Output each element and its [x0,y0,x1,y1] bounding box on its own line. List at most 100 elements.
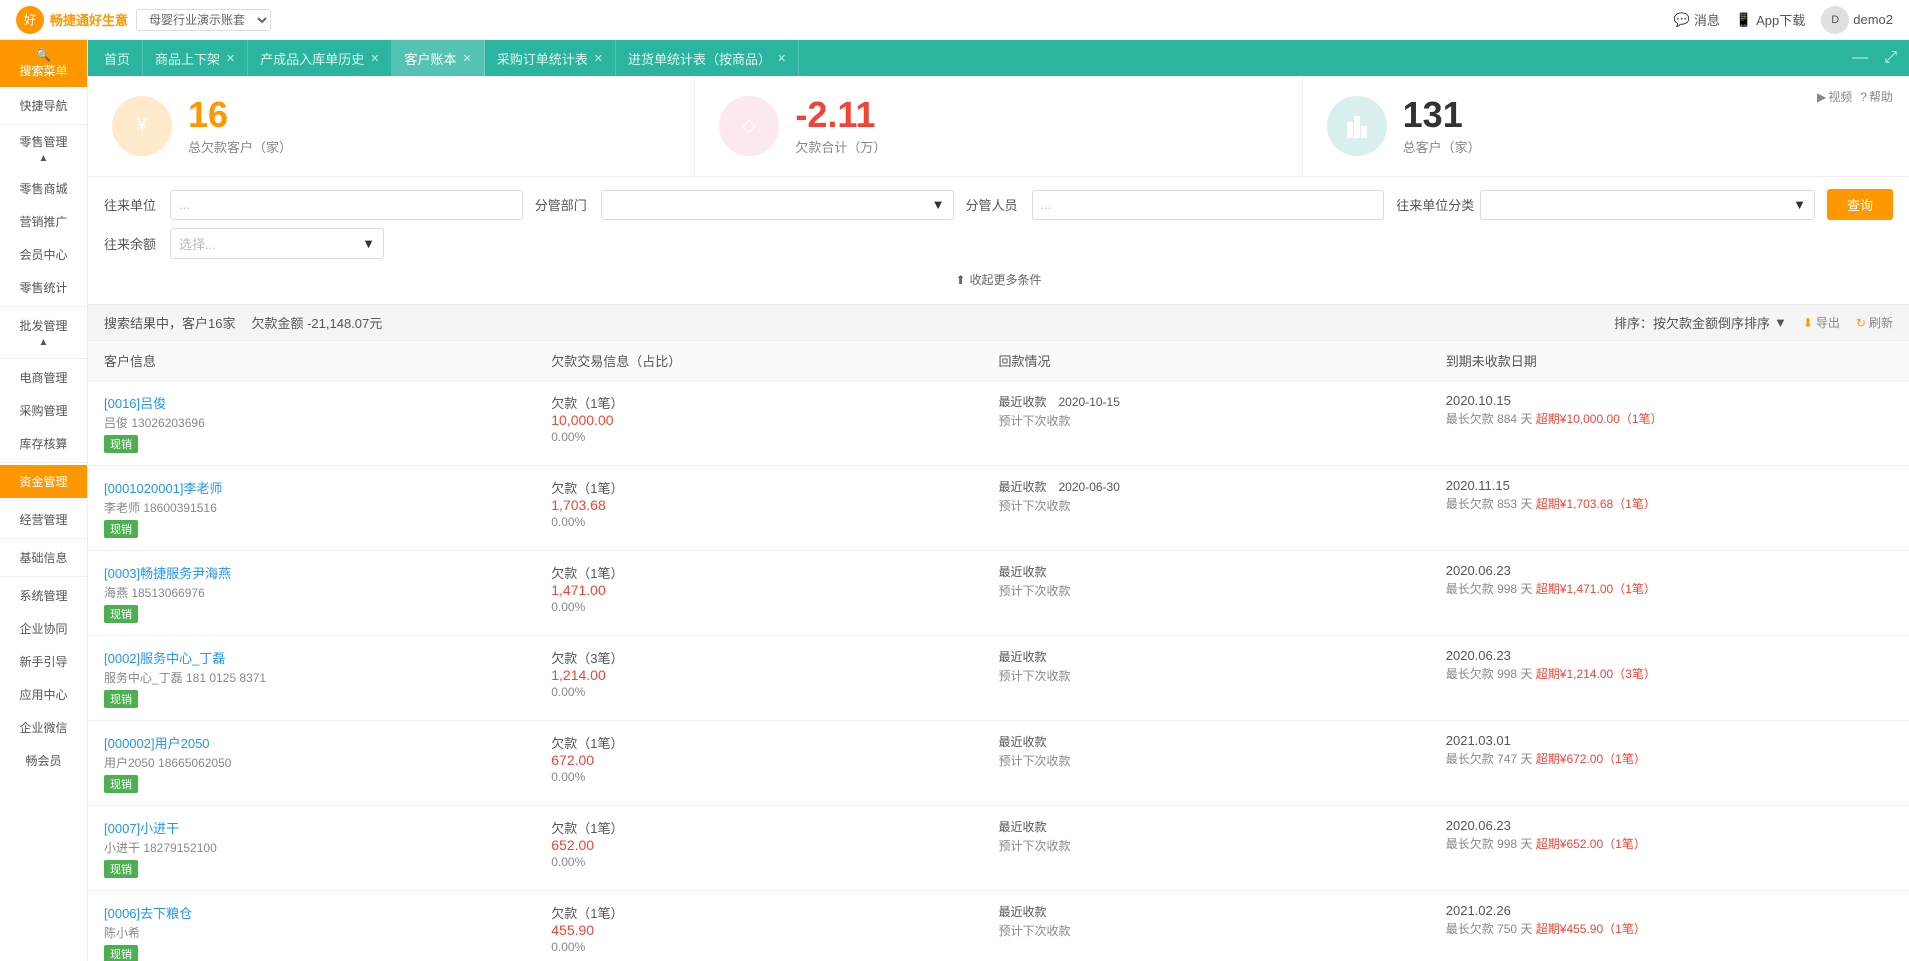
overdue-info: 最长欠款 853 天 超期¥1,703.68（1笔） [1446,495,1893,512]
filter-unit-category: 往来单位分类 ▼ [1396,190,1815,220]
tab-close-icon[interactable]: ✕ [463,52,472,65]
overdue-amount[interactable]: 超期¥1,471.00（1笔） [1536,582,1656,596]
overdue-amount[interactable]: 超期¥1,703.68（1笔） [1536,497,1656,511]
sort-select[interactable]: 排序：按欠款金额倒序排序 ▼ [1614,313,1787,332]
sidebar-items-container: 零售管理▲零售商城营销推广会员中心零售统计批发管理▲ 电商管理采购管理库存核算资金… [0,125,87,777]
download-icon: 📱 [1736,12,1752,28]
tab-close-icon[interactable]: ✕ [594,52,603,65]
filter-unit-category-select[interactable]: ▼ [1480,190,1815,220]
tab-label: 进货单统计表（按商品） [628,49,771,68]
filter-balance-select[interactable]: 选择... ▼ [170,228,384,259]
export-btn[interactable]: ⬇ 导出 [1803,314,1840,331]
sidebar-item-system-mgmt[interactable]: 系统管理 [0,579,87,612]
sidebar-item-marketing[interactable]: 营销推广 [0,205,87,238]
sidebar-label: 批发管理 [19,317,67,334]
tab-close-icon[interactable]: ✕ [370,52,379,65]
last-collection-label: 最近收款 [999,563,1446,580]
debt-amount[interactable]: 1,214.00 [551,667,998,683]
debt-amount[interactable]: 1,471.00 [551,582,998,598]
debt-count: 欠款（1笔） [551,733,998,752]
last-collection-label: 最近收款 2020-06-30 [999,478,1446,495]
tab-inventory-stats[interactable]: 进货单统计表（按商品） ✕ [616,40,799,76]
sidebar-item-new-guide[interactable]: 新手引导 [0,645,87,678]
debt-amount[interactable]: 672.00 [551,752,998,768]
video-btn[interactable]: ▶ 视频 [1817,88,1852,105]
sidebar-label: 应用中心 [19,686,67,703]
sidebar-search[interactable]: 🔍 搜索菜单 [0,40,87,87]
sidebar-item-enterprise-wechat[interactable]: 企业微信 [0,711,87,744]
overdue-amount[interactable]: 超期¥10,000.00（1笔） [1536,412,1663,426]
sidebar-item-operations-mgmt[interactable]: 经营管理 [0,503,87,536]
sidebar-item-member-center[interactable]: 会员中心 [0,238,87,271]
sidebar-item-inventory-check[interactable]: 库存核算 [0,427,87,460]
query-button[interactable]: 查询 [1827,189,1893,220]
filter-person-input[interactable]: ... [1032,190,1385,220]
collection-cell: 最近收款 2020-10-15 预计下次收款 [999,393,1446,429]
tab-close-icon[interactable]: ✕ [226,52,235,65]
table-row: [0016]吕俊 吕俊 13026203696 现销 欠款（1笔） 10,000… [88,381,1909,466]
sidebar-item-enterprise-collab[interactable]: 企业协同 [0,612,87,645]
sidebar-label: 采购管理 [19,402,67,419]
sidebar-item-purchase-mgmt[interactable]: 采购管理 [0,394,87,427]
customer-name[interactable]: [0001020001]李老师 [104,478,551,497]
industry-select[interactable]: 母婴行业演示账套 [136,9,271,31]
table-row: [0002]服务中心_丁磊 服务中心_丁磊 181 0125 8371 现销 欠… [88,636,1909,721]
debt-amount[interactable]: 10,000.00 [551,412,998,428]
overdue-amount[interactable]: 超期¥672.00（1笔） [1536,752,1646,766]
tab-product-off[interactable]: 商品上下架✕ [143,40,248,76]
customer-tag: 现销 [104,690,138,708]
user-menu[interactable]: D demo2 [1821,6,1893,34]
sidebar-label: 基础信息 [19,549,67,566]
chevron-down-icon-3: ▼ [362,236,375,251]
chevron-down-icon-2: ▼ [1793,197,1806,212]
sidebar-item-retail-mall[interactable]: 零售商城 [0,172,87,205]
filter-row-1: 往来单位 ... 分管部门 ▼ 分管人员 [104,189,1893,220]
tab-close-icon[interactable]: ✕ [777,52,786,65]
customer-name[interactable]: [0002]服务中心_丁磊 [104,648,551,667]
filter-balance-label: 往来余额 [104,234,164,253]
tab-customer-account[interactable]: 客户账本✕ [392,40,484,76]
customer-name[interactable]: [0006]去下粮仓 [104,903,551,922]
debt-amount[interactable]: 455.90 [551,922,998,938]
help-btn[interactable]: ? 帮助 [1860,88,1893,105]
customer-name[interactable]: [0003]畅捷服务尹海燕 [104,563,551,582]
tab-expand-btn[interactable]: ⤢ [1876,49,1905,67]
overdue-amount[interactable]: 超期¥652.00（1笔） [1536,837,1646,851]
debt-ratio: 0.00% [551,515,998,529]
stat-card-debt-amount: ◇ -2.11 欠款合计（万） [695,76,1302,176]
filter-dept-select[interactable]: ▼ [601,190,954,220]
collapse-button[interactable]: ⬆ 收起更多条件 [104,267,1893,292]
sidebar-item-retail-mgmt[interactable]: 零售管理▲ [0,125,87,172]
tab-collapse-btn[interactable]: — [1844,49,1876,67]
debt-amount[interactable]: 652.00 [551,837,998,853]
last-collection-label: 最近收款 [999,818,1446,835]
next-collection-label: 预计下次收款 [999,837,1446,854]
sidebar-item-member-vip[interactable]: 畅会员 [0,744,87,777]
sidebar-quick-nav[interactable]: 快捷导航 [0,87,87,125]
sidebar-label: 会员中心 [19,246,67,263]
sidebar-item-app-center[interactable]: 应用中心 [0,678,87,711]
filter-dept: 分管部门 ▼ [535,190,954,220]
app-download-btn[interactable]: 📱 App下载 [1736,10,1805,29]
sidebar-item-basic-info[interactable]: 基础信息 [0,541,87,574]
customer-name[interactable]: [000002]用户2050 [104,733,551,752]
sidebar-item-ecommerce-mgmt[interactable]: 电商管理 [0,361,87,394]
svg-text:¥: ¥ [136,115,148,135]
overdue-amount[interactable]: 超期¥1,214.00（3笔） [1536,667,1656,681]
refresh-btn[interactable]: ↻ 刷新 [1856,314,1893,331]
message-btn[interactable]: 💬 消息 [1674,10,1720,29]
stat-card-total-customers: 131 总客户（家） ▶ 视频 ? 帮助 [1303,76,1909,176]
sidebar-item-capital-mgmt[interactable]: 资金管理 [0,465,87,498]
overdue-amount[interactable]: 超期¥455.90（1笔） [1536,922,1646,936]
tab-home[interactable]: 首页 [92,40,143,76]
filter-source-unit-input[interactable]: ... [170,190,523,220]
tab-purchase-order[interactable]: 采购订单统计表✕ [485,40,616,76]
customer-name[interactable]: [0016]吕俊 [104,393,551,412]
debt-amount[interactable]: 1,703.68 [551,497,998,513]
sidebar-item-retail-stats[interactable]: 零售统计 [0,271,87,304]
filter-source-unit-label: 往来单位 [104,195,164,214]
tab-product-history[interactable]: 产成品入库单历史✕ [248,40,392,76]
customer-name[interactable]: [0007]小进干 [104,818,551,837]
sidebar-item-batch-mgmt[interactable]: 批发管理▲ [0,309,87,356]
overdue-info: 最长欠款 750 天 超期¥455.90（1笔） [1446,920,1893,937]
